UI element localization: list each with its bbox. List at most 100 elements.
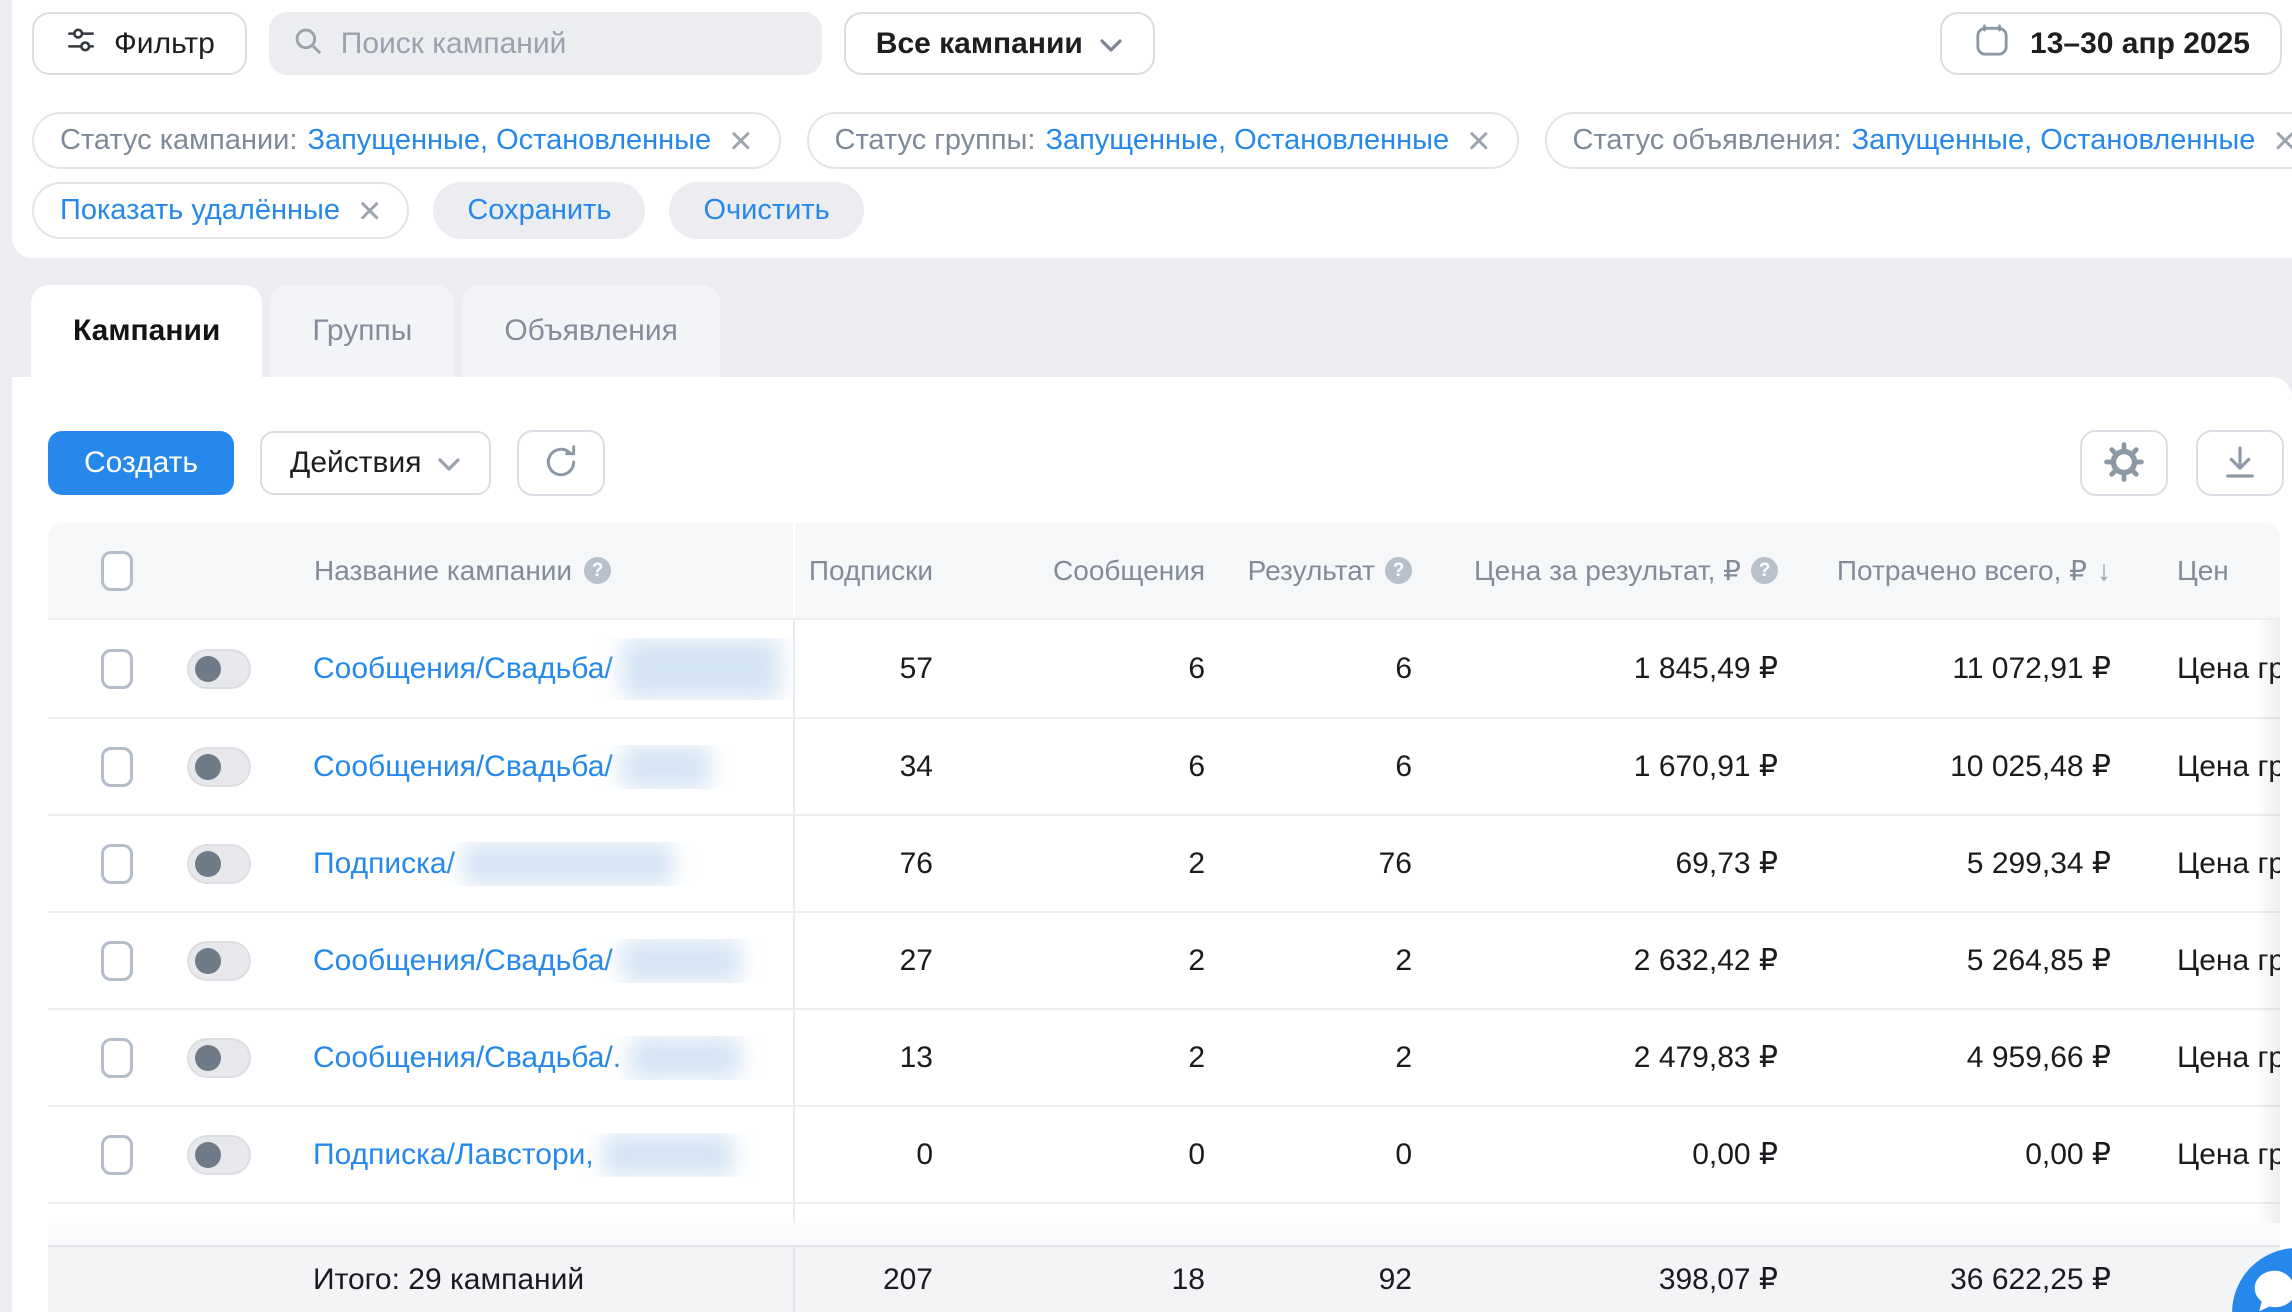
- row-status-toggle[interactable]: [187, 1037, 251, 1078]
- cell-cost-per-result: 0,00 ₽: [1692, 1138, 1778, 1171]
- chip-value: Запущенные, Остановленные: [1851, 124, 2256, 156]
- filter-button-label: Фильтр: [114, 26, 215, 60]
- date-range-value: 13–30 апр 2025: [2030, 26, 2250, 60]
- redacted-text-blur: [620, 637, 781, 700]
- table-footer-gap: [48, 1223, 2280, 1245]
- select-all-checkbox[interactable]: [101, 550, 133, 591]
- refresh-button[interactable]: [517, 430, 606, 496]
- campaign-name-link[interactable]: Сообщения/Свадьба/: [313, 750, 613, 784]
- row-checkbox[interactable]: [101, 1134, 133, 1175]
- campaign-name-link[interactable]: Сообщения/Свадьба/.: [313, 1041, 621, 1075]
- header-cpr-label: Цена за результат, ₽: [1473, 555, 1741, 586]
- cell-messages: 2: [1188, 943, 1205, 977]
- header-result[interactable]: Результат ?: [1205, 555, 1412, 587]
- header-total-spent[interactable]: Потрачено всего, ₽ ↓: [1778, 554, 2111, 587]
- cell-result: 2: [1395, 943, 1412, 977]
- filter-button[interactable]: Фильтр: [32, 12, 247, 75]
- campaign-scope-dropdown[interactable]: Все кампании: [843, 12, 1155, 75]
- cell-total-spent: 5 299,34 ₽: [1966, 847, 2111, 880]
- search-icon: [291, 24, 325, 63]
- chevron-down-icon: [1099, 27, 1123, 61]
- cell-clipped: Цена гр: [2177, 1040, 2280, 1074]
- row-checkbox[interactable]: [101, 1037, 133, 1078]
- header-campaign-name[interactable]: Название кампании: [314, 555, 572, 587]
- tab-ads[interactable]: Объявления: [462, 285, 720, 377]
- download-icon: [2219, 441, 2261, 486]
- campaign-name-link[interactable]: Подписка/: [313, 847, 455, 881]
- cell-cost-per-result: 69,73 ₽: [1675, 847, 1779, 880]
- close-icon[interactable]: ×: [1467, 121, 1490, 161]
- cell-cost-per-result: 2 479,83 ₽: [1633, 1041, 1778, 1074]
- cell-result: 76: [1378, 846, 1412, 880]
- table-row: Сообщения/Свадьба/. 13 2 2 2 479,83 ₽ 4 …: [48, 1008, 2280, 1105]
- search-input[interactable]: [340, 26, 800, 61]
- row-status-toggle[interactable]: [187, 843, 251, 884]
- gear-icon: [2102, 440, 2146, 487]
- cell-cost-per-result: 1 845,49 ₽: [1633, 652, 1778, 685]
- table-row: Сообщения/Свадьба/ 57 6 6 1 845,49 ₽ 11 …: [48, 620, 2280, 717]
- row-status-toggle[interactable]: [187, 1134, 251, 1175]
- header-messages[interactable]: Сообщения: [933, 555, 1205, 587]
- tab-groups[interactable]: Группы: [270, 285, 455, 377]
- cell-cost-per-result: 2 632,42 ₽: [1633, 944, 1778, 977]
- filter-top-row: Фильтр Все кампании 13–30 апр 2: [32, 12, 2282, 75]
- cell-subscriptions: 34: [899, 749, 933, 783]
- table-row: Подписка/Лавстори, 0 0 0 0,00 ₽ 0,00 ₽ Ц…: [48, 1105, 2280, 1202]
- search-field[interactable]: [268, 12, 822, 75]
- cell-messages: 6: [1188, 651, 1205, 685]
- cell-result: 0: [1395, 1137, 1412, 1171]
- actions-dropdown[interactable]: Действия: [260, 431, 492, 495]
- cell-clipped: Цена гр: [2177, 943, 2280, 977]
- cell-messages: 6: [1188, 749, 1205, 783]
- help-icon[interactable]: ?: [1751, 557, 1778, 584]
- row-status-toggle[interactable]: [187, 648, 251, 689]
- calendar-icon: [1972, 20, 2012, 68]
- redacted-text-blur: [601, 1132, 734, 1177]
- total-messages: 18: [1171, 1262, 1205, 1296]
- chip-value: Показать удалённые: [60, 194, 340, 226]
- table-totals-row: Итого: 29 кампаний 207 18 92 398,07 ₽ 36…: [48, 1245, 2280, 1312]
- campaign-name-link[interactable]: Подписка/Лавстори,: [313, 1138, 594, 1172]
- content-panel: Создать Действия Название кампании ? Под…: [12, 377, 2292, 1312]
- chip-label: Статус кампании:: [60, 124, 298, 156]
- close-icon[interactable]: ×: [2273, 121, 2292, 161]
- cell-total-spent: 0,00 ₽: [2025, 1138, 2111, 1171]
- cell-clipped: Цена гр: [2177, 846, 2280, 880]
- campaigns-table: Название кампании ? Подписки Сообщения Р…: [48, 523, 2280, 1312]
- status-chip-ad[interactable]: Статус объявления: Запущенные, Остановле…: [1544, 112, 2292, 169]
- save-filters-button[interactable]: Сохранить: [433, 182, 646, 239]
- help-icon[interactable]: ?: [584, 557, 612, 584]
- cell-clipped: Цена гр: [2177, 1137, 2280, 1171]
- chip-label: Статус группы:: [834, 124, 1036, 156]
- row-status-toggle[interactable]: [187, 940, 251, 981]
- export-button[interactable]: [2196, 430, 2284, 496]
- total-cost-per-result: 398,07 ₽: [1658, 1263, 1778, 1296]
- row-status-toggle[interactable]: [187, 746, 251, 787]
- row-checkbox[interactable]: [101, 746, 133, 787]
- status-chip-campaign[interactable]: Статус кампании: Запущенные, Остановленн…: [32, 112, 781, 169]
- filter-actions-row: Показать удалённые × Сохранить Очистить: [32, 182, 864, 239]
- tab-campaigns[interactable]: Кампании: [31, 285, 263, 377]
- campaign-name-link[interactable]: Сообщения/Свадьба/: [313, 944, 613, 978]
- create-button[interactable]: Создать: [48, 431, 235, 495]
- clear-filters-button[interactable]: Очистить: [669, 182, 864, 239]
- close-icon[interactable]: ×: [729, 121, 752, 161]
- filter-sliders-icon: [64, 23, 98, 65]
- date-range-button[interactable]: 13–30 апр 2025: [1940, 12, 2282, 75]
- close-icon[interactable]: ×: [358, 191, 381, 231]
- settings-button[interactable]: [2080, 430, 2168, 496]
- row-checkbox[interactable]: [101, 843, 133, 884]
- cell-total-spent: 10 025,48 ₽: [1950, 750, 2111, 783]
- campaign-name-link[interactable]: Сообщения/Свадьба/: [313, 652, 613, 686]
- status-chip-group[interactable]: Статус группы: Запущенные, Остановленные…: [806, 112, 1519, 169]
- help-icon[interactable]: ?: [1385, 557, 1412, 584]
- redacted-text-blur: [620, 744, 711, 789]
- row-checkbox[interactable]: [101, 648, 133, 689]
- row-checkbox[interactable]: [101, 940, 133, 981]
- cell-total-spent: 11 072,91 ₽: [1952, 652, 2111, 685]
- show-deleted-chip[interactable]: Показать удалённые ×: [32, 182, 410, 239]
- total-result: 92: [1378, 1262, 1412, 1296]
- header-subscriptions[interactable]: Подписки: [795, 555, 933, 587]
- header-cost-per-result[interactable]: Цена за результат, ₽ ?: [1412, 554, 1778, 587]
- header-clipped-column[interactable]: Цен: [2111, 555, 2280, 587]
